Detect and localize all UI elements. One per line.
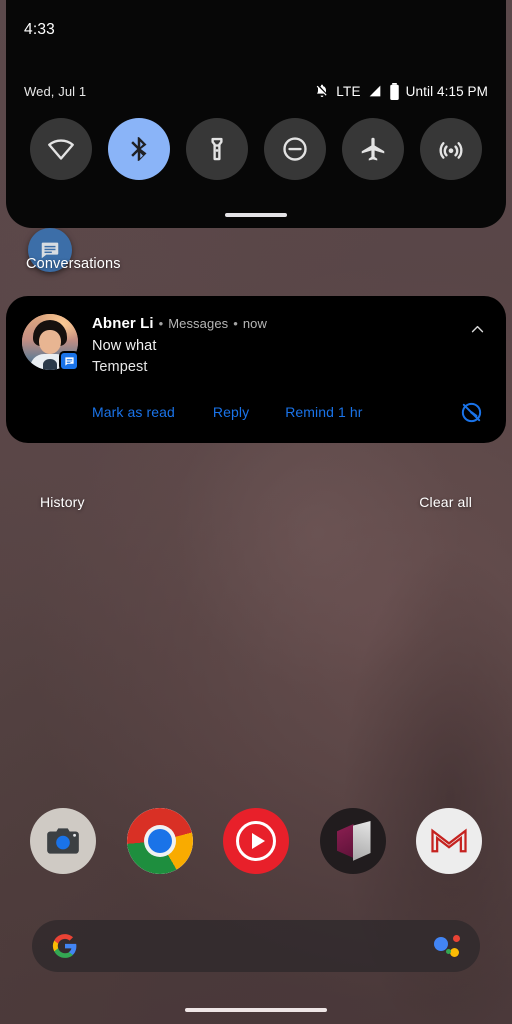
bell-off-icon: [317, 84, 327, 97]
network-type-label: LTE: [336, 83, 361, 99]
notification-snooze-button[interactable]: [456, 397, 486, 427]
battery-icon: [389, 82, 399, 100]
shade-drag-handle[interactable]: [225, 213, 287, 217]
avatar: [22, 314, 79, 371]
notification-app-name: Messages: [168, 316, 229, 331]
google-search-bar[interactable]: [32, 920, 480, 972]
dock-app-gmail[interactable]: [416, 808, 482, 874]
action-remind-1-hr[interactable]: Remind 1 hr: [285, 404, 362, 420]
conversations-section-header: Conversations: [26, 256, 121, 272]
chevron-up-icon: [471, 325, 483, 332]
status-bar-clock: 4:33: [24, 21, 55, 38]
qs-tile-flashlight[interactable]: [186, 118, 248, 180]
clear-all-button[interactable]: Clear all: [419, 494, 472, 510]
notification-timestamp: now: [242, 316, 267, 331]
action-reply[interactable]: Reply: [213, 404, 249, 420]
battery-status-label: Until 4:15 PM: [405, 83, 488, 99]
dock-app-dark[interactable]: [319, 808, 386, 874]
do-not-disturb-icon: [283, 137, 307, 161]
google-assistant-icon[interactable]: [434, 935, 460, 957]
separator-dot-2: •: [233, 316, 238, 331]
notification-message-line-1: Now what: [92, 338, 157, 354]
flashlight-icon: [211, 137, 223, 161]
gmail-icon: [431, 828, 467, 853]
home-gesture-pill[interactable]: [185, 1008, 327, 1012]
qs-tile-hotspot[interactable]: [420, 118, 482, 180]
qs-tile-bluetooth[interactable]: [108, 118, 170, 180]
signal-bars-icon: [369, 85, 380, 97]
youtube-music-icon: [236, 821, 276, 861]
notification-collapse-button[interactable]: [464, 316, 490, 342]
qs-tile-do-not-disturb[interactable]: [264, 118, 326, 180]
notification-message-line-2: Tempest: [92, 359, 148, 375]
qs-tile-airplane[interactable]: [342, 118, 404, 180]
status-icons: LTE Until 4:15 PM: [314, 82, 488, 100]
dock-app-youtube-music[interactable]: [223, 808, 289, 874]
camera-icon: [47, 828, 79, 854]
hotspot-icon: [439, 142, 463, 159]
notification-actions: Mark as read Reply Remind 1 hr: [22, 397, 490, 431]
app-dock: [0, 808, 512, 874]
dock-app-camera[interactable]: [30, 808, 96, 874]
separator-dot-1: •: [158, 316, 164, 331]
history-button[interactable]: History: [40, 494, 85, 510]
notification-sender: Abner Li: [92, 315, 154, 332]
dark-app-icon: [336, 824, 354, 858]
action-mark-as-read[interactable]: Mark as read: [92, 404, 175, 420]
notification-header-line: Abner Li • Messages • now: [92, 315, 458, 332]
quick-settings-date: Wed, Jul 1: [24, 83, 87, 99]
notification-text: Abner Li • Messages • now Now what Tempe…: [92, 314, 458, 375]
quick-settings-shade: 4:33 Wed, Jul 1 LTE Until 4:15 PM: [6, 0, 506, 228]
app-badge: [59, 351, 79, 371]
quick-settings-header: Wed, Jul 1 LTE Until 4:15 PM: [6, 80, 506, 102]
quick-settings-tiles: [6, 118, 506, 180]
messages-badge-icon: [64, 356, 74, 366]
google-g-icon: [52, 934, 77, 958]
notification-footer: History Clear all: [0, 494, 512, 510]
bluetooth-icon: [131, 137, 147, 161]
dock-app-chrome[interactable]: [126, 808, 193, 874]
snooze-icon: [461, 402, 481, 422]
notification-card[interactable]: Abner Li • Messages • now Now what Tempe…: [6, 296, 506, 443]
airplane-icon: [361, 137, 385, 161]
notification-content: Abner Li • Messages • now Now what Tempe…: [22, 314, 490, 375]
qs-tile-wifi[interactable]: [30, 118, 92, 180]
wifi-icon: [48, 139, 74, 160]
